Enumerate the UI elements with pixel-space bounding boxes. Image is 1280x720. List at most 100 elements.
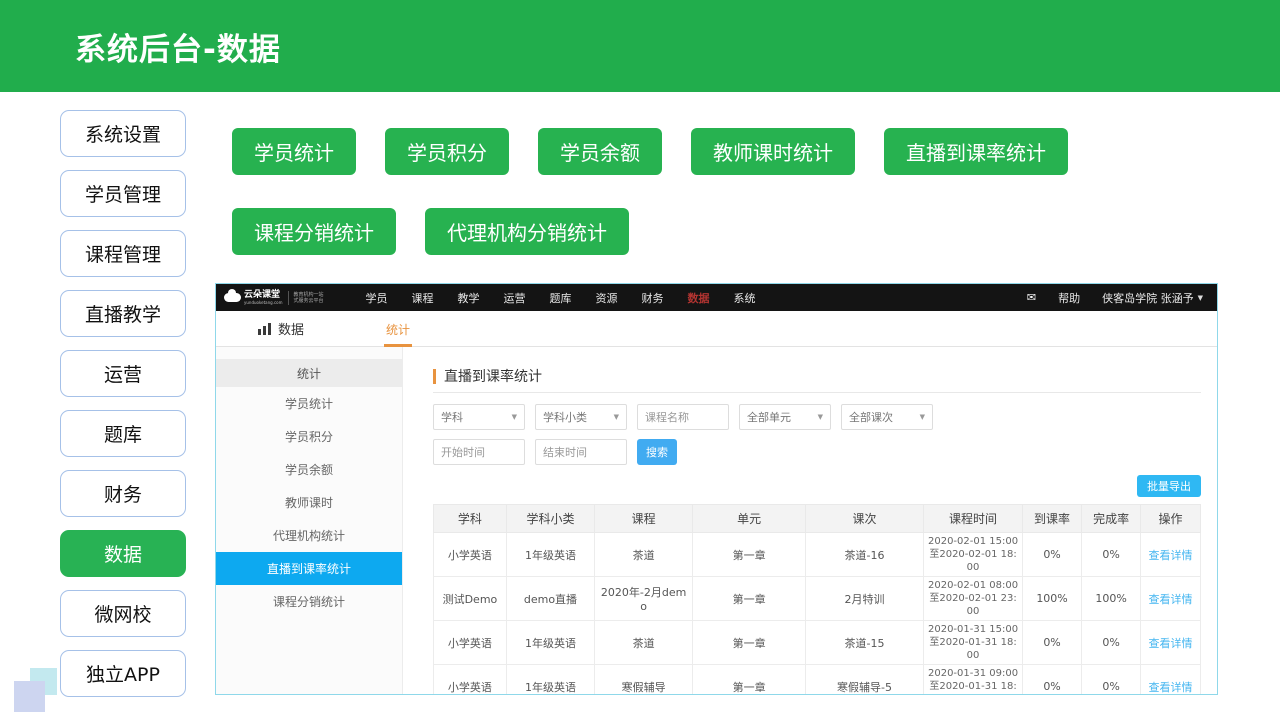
table-row: 测试Demo demo直播 2020年-2月demo 第一章 2月特训 2020… xyxy=(434,577,1201,621)
cell-course-time: 2020-01-31 09:00至2020-01-31 18:00 xyxy=(924,665,1023,696)
cell-attendance-rate: 100% xyxy=(1023,577,1082,621)
sidebar-item[interactable]: 题库 xyxy=(60,410,186,457)
start-time-input[interactable] xyxy=(433,439,525,465)
sidebar-item[interactable]: 课程管理 xyxy=(60,230,186,277)
top-navbar: 云朵课堂 yunduoketang.com 教育机构一站 式服务云平台 学员 课… xyxy=(216,284,1217,311)
navbar-menu-item[interactable]: 数据 xyxy=(688,290,710,306)
subject-select[interactable]: 学科 ▼ xyxy=(433,404,525,430)
cell-unit: 第一章 xyxy=(693,665,806,696)
table-column-header: 课程时间 xyxy=(924,505,1023,533)
brand-domain: yunduoketang.com xyxy=(244,301,283,305)
cell-subcategory: demo直播 xyxy=(506,577,594,621)
quick-stat-button[interactable]: 学员统计 xyxy=(232,128,356,175)
brand-logo[interactable]: 云朵课堂 yunduoketang.com 教育机构一站 式服务云平台 xyxy=(224,291,324,305)
unit-select-value: 全部单元 xyxy=(747,409,791,425)
brand-divider xyxy=(288,291,289,305)
sidebar-item[interactable]: 财务 xyxy=(60,470,186,517)
sidebar-item[interactable]: 数据 xyxy=(60,530,186,577)
mail-icon[interactable]: ✉ xyxy=(1027,291,1036,304)
course-name-input[interactable] xyxy=(637,404,729,430)
quick-stat-button[interactable]: 代理机构分销统计 xyxy=(425,208,629,255)
quick-stat-button[interactable]: 教师课时统计 xyxy=(691,128,855,175)
lesson-select-value: 全部课次 xyxy=(849,409,893,425)
caret-down-icon: ▼ xyxy=(818,413,823,421)
subject-subcategory-select[interactable]: 学科小类 ▼ xyxy=(535,404,627,430)
view-detail-link[interactable]: 查看详情 xyxy=(1149,549,1193,562)
sidebar-item[interactable]: 直播教学 xyxy=(60,290,186,337)
view-detail-link[interactable]: 查看详情 xyxy=(1149,593,1193,606)
quick-stat-button[interactable]: 直播到课率统计 xyxy=(884,128,1068,175)
view-detail-link[interactable]: 查看详情 xyxy=(1149,637,1193,650)
panel-title-row: 直播到课率统计 xyxy=(433,367,1201,385)
table-column-header: 学科小类 xyxy=(506,505,594,533)
divider xyxy=(433,392,1201,393)
cell-subject: 小学英语 xyxy=(434,621,507,665)
navbar-menu-item[interactable]: 教学 xyxy=(458,290,480,306)
stats-sidebar-item[interactable]: 学员余额 xyxy=(216,453,402,486)
cell-attendance-rate: 0% xyxy=(1023,533,1082,577)
subject-select-value: 学科 xyxy=(441,409,463,425)
tab-statistics[interactable]: 统计 xyxy=(376,311,420,347)
cell-subcategory: 1年级英语 xyxy=(506,665,594,696)
navbar-menu-item[interactable]: 课程 xyxy=(412,290,434,306)
cell-course-time: 2020-01-31 15:00至2020-01-31 18:00 xyxy=(924,621,1023,665)
end-time-input[interactable] xyxy=(535,439,627,465)
navbar-menu-item[interactable]: 资源 xyxy=(596,290,618,306)
navbar-menu-item[interactable]: 财务 xyxy=(642,290,664,306)
left-sidebar: 系统设置 学员管理 课程管理 直播教学 运营 题库 财务 数据 微网校 独立AP… xyxy=(60,110,186,710)
cell-course: 2020年-2月demo xyxy=(595,577,693,621)
sidebar-item[interactable]: 微网校 xyxy=(60,590,186,637)
subheader: 数据 统计 xyxy=(216,311,1217,347)
cell-action: 查看详情 xyxy=(1141,533,1201,577)
navbar-menu-item[interactable]: 学员 xyxy=(366,290,388,306)
navbar-menu-item[interactable]: 题库 xyxy=(550,290,572,306)
cell-unit: 第一章 xyxy=(693,533,806,577)
unit-select[interactable]: 全部单元 ▼ xyxy=(739,404,831,430)
navbar-menu-item[interactable]: 系统 xyxy=(734,290,756,306)
cell-lesson: 茶道-16 xyxy=(805,533,923,577)
quick-stat-button[interactable]: 课程分销统计 xyxy=(232,208,396,255)
export-row: 批量导出 xyxy=(433,475,1201,497)
stats-sidebar: 统计 学员统计 学员积分 学员余额 教师课时 代理机构统计 直播到课率统计 课程… xyxy=(216,347,403,695)
navbar-right: ✉ 帮助 侠客岛学院 张涵予 ▼ xyxy=(1027,290,1203,306)
cell-attendance-rate: 0% xyxy=(1023,665,1082,696)
search-button[interactable]: 搜索 xyxy=(637,439,677,465)
quick-buttons-row2: 课程分销统计 代理机构分销统计 xyxy=(232,208,629,255)
sidebar-item[interactable]: 独立APP xyxy=(60,650,186,697)
stats-sidebar-item[interactable]: 课程分销统计 xyxy=(216,585,402,618)
main-panel: 直播到课率统计 学科 ▼ 学科小类 ▼ 全部单元 ▼ 全部课次 xyxy=(403,347,1217,695)
cell-completion-rate: 0% xyxy=(1082,533,1141,577)
quick-stat-button[interactable]: 学员积分 xyxy=(385,128,509,175)
cell-subject: 测试Demo xyxy=(434,577,507,621)
cell-subcategory: 1年级英语 xyxy=(506,621,594,665)
stats-sidebar-item[interactable]: 代理机构统计 xyxy=(216,519,402,552)
help-link[interactable]: 帮助 xyxy=(1058,290,1080,306)
decor-square-lavender xyxy=(14,681,45,712)
quick-stat-button[interactable]: 学员余额 xyxy=(538,128,662,175)
cell-course: 寒假辅导 xyxy=(595,665,693,696)
quick-buttons-row1: 学员统计 学员积分 学员余额 教师课时统计 直播到课率统计 xyxy=(232,128,1068,175)
lesson-select[interactable]: 全部课次 ▼ xyxy=(841,404,933,430)
navbar-menu-item[interactable]: 运营 xyxy=(504,290,526,306)
sidebar-item[interactable]: 运营 xyxy=(60,350,186,397)
stats-sidebar-item[interactable]: 教师课时 xyxy=(216,486,402,519)
attendance-table: 学科学科小类课程单元课次课程时间到课率完成率操作 小学英语 1年级英语 茶道 第… xyxy=(433,504,1201,695)
cell-completion-rate: 0% xyxy=(1082,665,1141,696)
filter-row-1: 学科 ▼ 学科小类 ▼ 全部单元 ▼ 全部课次 ▼ xyxy=(433,404,1201,430)
chart-icon xyxy=(258,323,271,335)
batch-export-button[interactable]: 批量导出 xyxy=(1137,475,1201,497)
table-row: 小学英语 1年级英语 茶道 第一章 茶道-15 2020-01-31 15:00… xyxy=(434,621,1201,665)
caret-down-icon: ▼ xyxy=(920,413,925,421)
stats-sidebar-item[interactable]: 直播到课率统计 xyxy=(216,552,402,585)
account-menu[interactable]: 侠客岛学院 张涵予 ▼ xyxy=(1102,290,1203,306)
sidebar-item[interactable]: 系统设置 xyxy=(60,110,186,157)
page-title: 系统后台-数据 xyxy=(75,24,281,69)
view-detail-link[interactable]: 查看详情 xyxy=(1149,681,1193,694)
admin-screenshot: 云朵课堂 yunduoketang.com 教育机构一站 式服务云平台 学员 课… xyxy=(215,283,1218,695)
subject-subcategory-value: 学科小类 xyxy=(543,409,587,425)
table-column-header: 完成率 xyxy=(1082,505,1141,533)
table-column-header: 课次 xyxy=(805,505,923,533)
sidebar-item[interactable]: 学员管理 xyxy=(60,170,186,217)
stats-sidebar-item[interactable]: 学员积分 xyxy=(216,420,402,453)
stats-sidebar-item[interactable]: 学员统计 xyxy=(216,387,402,420)
